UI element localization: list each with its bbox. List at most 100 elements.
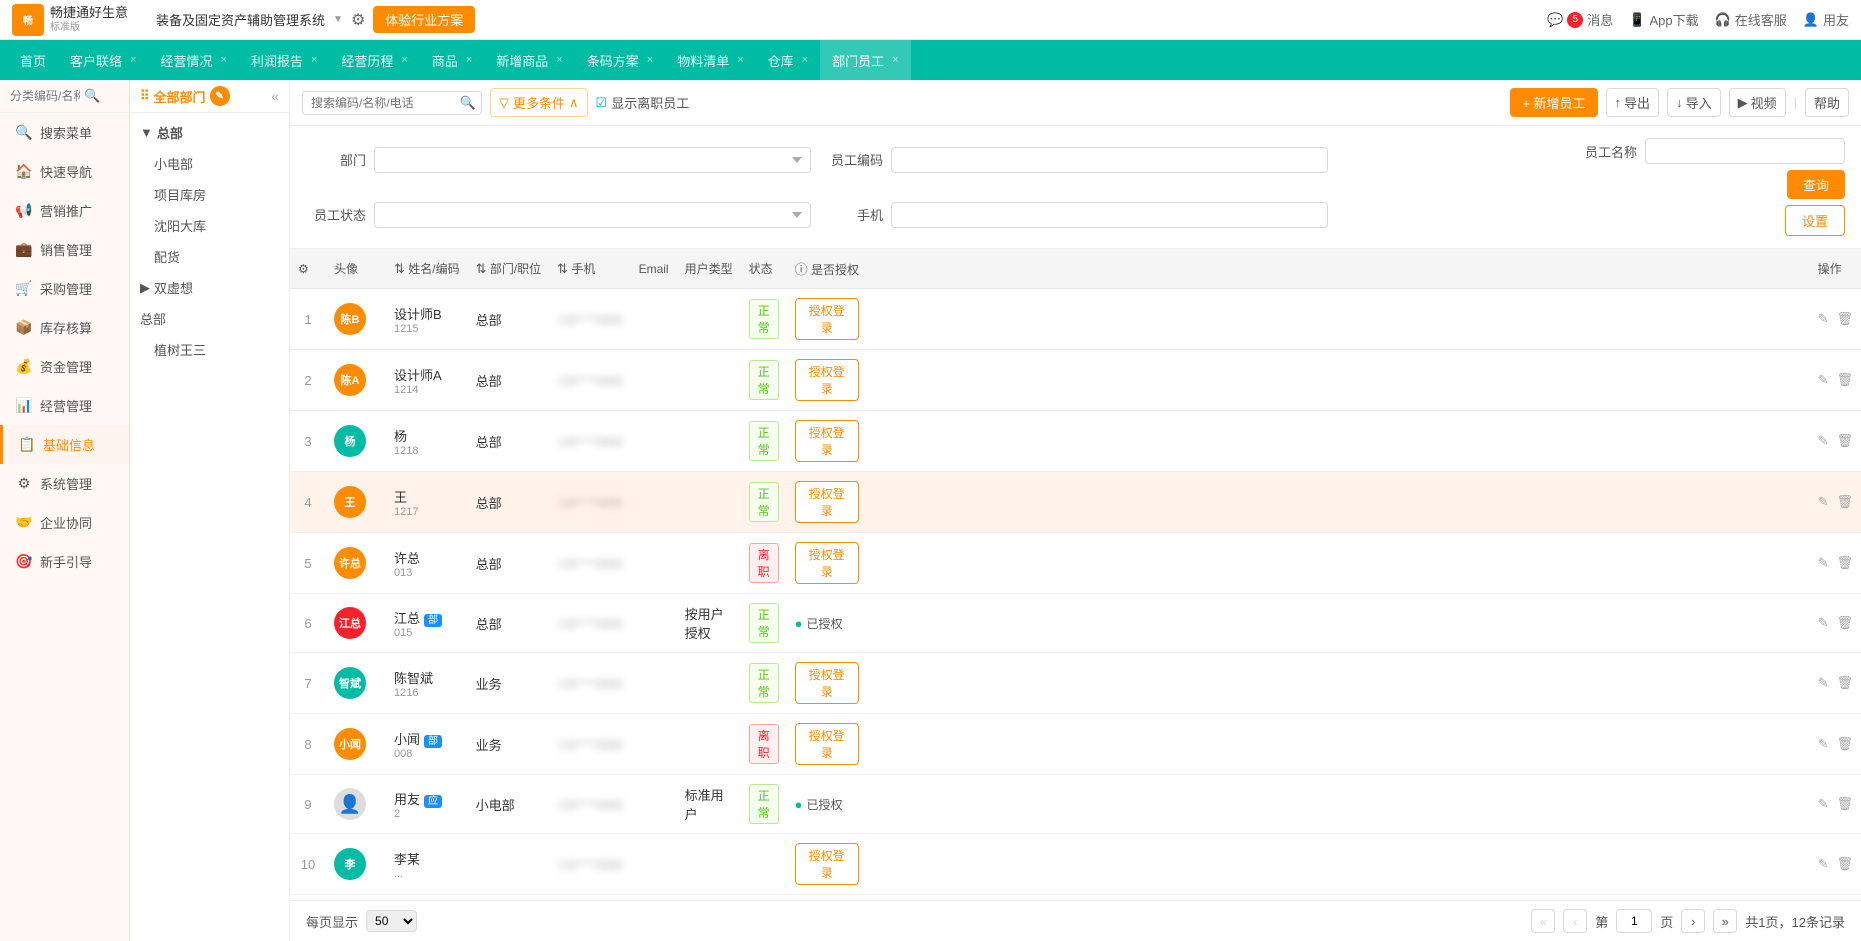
auth-login-btn[interactable]: 授权登录 [795,359,859,401]
sidebar-item-collab[interactable]: 🤝 企业协同 [0,503,129,542]
auth-login-btn[interactable]: 授权登录 [795,843,859,885]
nav-item-goods[interactable]: 商品 × [420,40,484,80]
edit-icon[interactable]: ✎ [1818,856,1829,872]
settings-icon[interactable]: ⚙ [351,10,365,30]
auth-login-btn[interactable]: 授权登录 [795,420,859,462]
trial-button[interactable]: 体验行业方案 [373,6,475,33]
nav-item-profit[interactable]: 利润报告 × [239,40,329,80]
help-btn[interactable]: 帮助 [1805,88,1849,117]
export-btn[interactable]: ↑ 导出 [1606,88,1660,117]
nav-item-customer[interactable]: 客户联络 × [58,40,148,80]
online-service-btn[interactable]: 🎧 在线客服 [1715,10,1787,29]
edit-icon[interactable]: ✎ [1818,555,1829,571]
sidebar-item-nav[interactable]: 🏠 快速导航 [0,152,129,191]
nav-item-warehouse[interactable]: 仓库 × [756,40,820,80]
search-input[interactable] [302,91,482,115]
delete-icon[interactable]: 🗑 [1836,796,1853,812]
nav-customer-close[interactable]: × [130,54,136,66]
nav-barcode-close[interactable]: × [647,54,653,66]
edit-icon[interactable]: ✎ [1818,736,1829,752]
sidebar-item-guide[interactable]: 🎯 新手引导 [0,542,129,581]
th-settings[interactable]: ⚙ [290,249,326,289]
auth-login-btn[interactable]: 授权登录 [795,542,859,584]
edit-icon[interactable]: ✎ [1818,311,1829,327]
delete-icon[interactable]: 🗑 [1836,494,1853,510]
nav-employees-close[interactable]: × [892,54,898,66]
nav-warehouse-close[interactable]: × [802,54,808,66]
delete-icon[interactable]: 🗑 [1836,555,1853,571]
nav-profit-close[interactable]: × [311,54,317,66]
auth-login-btn[interactable]: 授权登录 [795,298,859,340]
edit-icon[interactable]: ✎ [1818,675,1829,691]
sidebar-item-sales[interactable]: 💼 销售管理 [0,230,129,269]
nav-newgoods-close[interactable]: × [556,54,562,66]
sidebar-item-inventory[interactable]: 📦 库存核算 [0,308,129,347]
view-btn[interactable]: ▶ 视频 [1729,88,1786,117]
filter-empstatus-select[interactable] [374,202,811,228]
show-offline-checkbox[interactable]: ☑ [596,95,608,111]
delete-icon[interactable]: 🗑 [1836,433,1853,449]
th-name[interactable]: ⇅ 姓名/编码 [386,249,468,289]
more-filter-btn[interactable]: ▽ 更多条件 ∧ [490,88,588,117]
page-number-input[interactable] [1616,909,1652,933]
nav-item-home[interactable]: 首页 [8,40,58,80]
sidebar-item-system[interactable]: ⚙ 系统管理 [0,464,129,503]
sidebar-item-purchase[interactable]: 🛒 采购管理 [0,269,129,308]
edit-icon[interactable]: ✎ [1818,494,1829,510]
delete-icon[interactable]: 🗑 [1836,856,1853,872]
last-page-btn[interactable]: » [1713,909,1737,933]
dept-collapse-btn[interactable]: « [271,88,279,104]
sidebar-item-bizmanage[interactable]: 📊 经营管理 [0,386,129,425]
query-btn[interactable]: 查询 [1787,170,1845,199]
delete-icon[interactable]: 🗑 [1836,311,1853,327]
page-size-select[interactable]: 50 20 100 [366,910,417,932]
dept-node-xiaodian[interactable]: 小电部 [130,148,289,179]
nav-bom-close[interactable]: × [737,54,743,66]
dept-edit-icon[interactable]: ✎ [210,86,230,106]
nav-item-history[interactable]: 经营历程 × [329,40,419,80]
auth-login-btn[interactable]: 授权登录 [795,723,859,765]
delete-icon[interactable]: 🗑 [1836,736,1853,752]
add-employee-btn[interactable]: + 新增员工 [1510,88,1597,117]
dept-node-shuang[interactable]: ▶ 双虚想 [130,272,289,303]
th-phone[interactable]: ⇅ 手机 [549,249,630,289]
filter-empname-input[interactable] [1645,138,1845,164]
dept-node-project[interactable]: 项目库房 [130,179,289,210]
all-dept-label[interactable]: 全部部门 [154,87,206,106]
sidebar-item-basicinfo[interactable]: 📋 基础信息 [0,425,129,464]
nav-item-bom[interactable]: 物料清单 × [665,40,755,80]
sidebar-search-input[interactable] [10,89,80,103]
dept-node-zongbu[interactable]: 总部 [130,303,289,334]
message-btn[interactable]: 💬 5 消息 [1547,10,1613,29]
import-btn[interactable]: ↓ 导入 [1667,88,1721,117]
edit-icon[interactable]: ✎ [1818,615,1829,631]
nav-item-barcode[interactable]: 条码方案 × [575,40,665,80]
edit-icon[interactable]: ✎ [1818,796,1829,812]
dept-node-parent1[interactable]: ▼ 总部 [130,117,289,148]
dept-node-peihu[interactable]: 配货 [130,241,289,272]
user-btn[interactable]: 👤 用友 [1803,10,1849,29]
search-submit-icon[interactable]: 🔍 [460,95,476,111]
next-page-btn[interactable]: › [1681,909,1705,933]
edit-icon[interactable]: ✎ [1818,372,1829,388]
delete-icon[interactable]: 🗑 [1836,372,1853,388]
prev-page-btn[interactable]: ‹ [1563,909,1587,933]
sidebar-item-finance[interactable]: 💰 资金管理 [0,347,129,386]
auth-login-btn[interactable]: 授权登录 [795,662,859,704]
sidebar-search-icon[interactable]: 🔍 [84,88,100,104]
set-btn[interactable]: 设置 [1785,205,1845,236]
filter-phone-input[interactable] [891,202,1328,228]
sidebar-item-search[interactable]: 🔍 搜索菜单 [0,113,129,152]
first-page-btn[interactable]: « [1531,909,1555,933]
nav-goods-close[interactable]: × [466,54,472,66]
auth-login-btn[interactable]: 授权登录 [795,481,859,523]
nav-item-employees[interactable]: 部门员工 × [820,40,910,80]
dept-node-zhishu[interactable]: 植树王三 [130,334,289,365]
th-dept[interactable]: ⇅ 部门/职位 [468,249,550,289]
nav-item-newgoods[interactable]: 新增商品 × [484,40,574,80]
app-download-btn[interactable]: 📱 App下载 [1629,10,1698,29]
filter-dept-select[interactable] [374,147,811,173]
delete-icon[interactable]: 🗑 [1836,615,1853,631]
sidebar-item-marketing[interactable]: 📢 营销推广 [0,191,129,230]
edit-icon[interactable]: ✎ [1818,433,1829,449]
